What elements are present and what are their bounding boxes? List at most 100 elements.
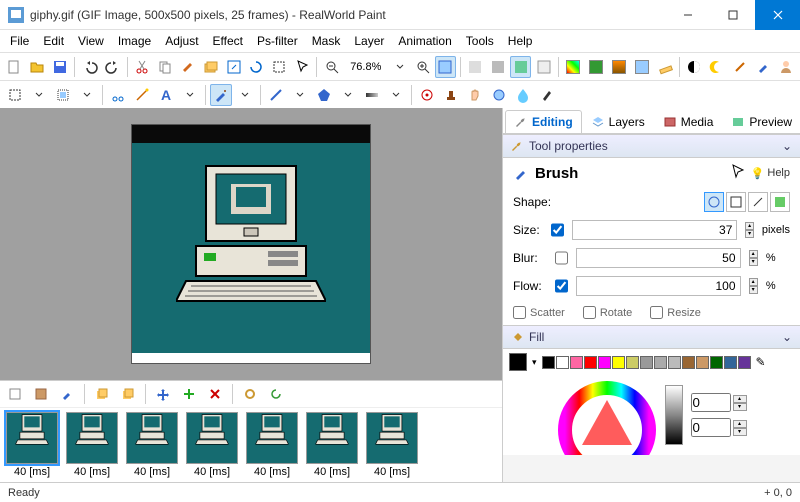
- rotate-icon[interactable]: [246, 56, 267, 78]
- color-swatch[interactable]: [640, 356, 653, 369]
- eyedrop-icon[interactable]: [488, 84, 510, 106]
- frame-paste-icon[interactable]: [30, 383, 52, 405]
- flow-checkbox[interactable]: [555, 279, 568, 293]
- fill-num1[interactable]: [691, 393, 731, 412]
- target-icon[interactable]: [416, 84, 438, 106]
- color-swatch[interactable]: [738, 356, 751, 369]
- maximize-button[interactable]: [710, 0, 755, 30]
- menu-animation[interactable]: Animation: [392, 32, 457, 50]
- chevron-down-icon[interactable]: [289, 84, 311, 106]
- person-icon[interactable]: [775, 56, 796, 78]
- resize-icon[interactable]: [223, 56, 244, 78]
- swatch1-icon[interactable]: [563, 56, 584, 78]
- grid2-icon[interactable]: [488, 56, 509, 78]
- menu-image[interactable]: Image: [112, 32, 157, 50]
- stamp-icon[interactable]: [440, 84, 462, 106]
- shape-square[interactable]: [726, 192, 746, 212]
- resize-option[interactable]: Resize: [650, 306, 701, 319]
- scissors-icon[interactable]: [107, 84, 129, 106]
- grid1-icon[interactable]: [465, 56, 486, 78]
- menu-effect[interactable]: Effect: [207, 32, 249, 50]
- chevron-down-icon[interactable]: [385, 84, 407, 106]
- close-button[interactable]: [755, 0, 800, 30]
- pen-icon[interactable]: [536, 84, 558, 106]
- menu-psfilter[interactable]: Ps-filter: [251, 32, 304, 50]
- swatch2-icon[interactable]: [586, 56, 607, 78]
- flow-spinner[interactable]: ▴▾: [749, 278, 758, 294]
- chevron-down-icon[interactable]: [179, 84, 201, 106]
- color-swatch[interactable]: [598, 356, 611, 369]
- save-icon[interactable]: [50, 56, 71, 78]
- num2-spinner[interactable]: ▴▾: [733, 420, 747, 436]
- marquee-icon[interactable]: [4, 84, 26, 106]
- frame-dup2-icon[interactable]: [117, 383, 139, 405]
- brush-small-icon[interactable]: [752, 56, 773, 78]
- tool-properties-header[interactable]: Tool properties ⌄: [503, 134, 800, 158]
- chevron-down-icon[interactable]: [337, 84, 359, 106]
- blur-input[interactable]: [576, 248, 741, 268]
- chevron-down-icon[interactable]: [76, 84, 98, 106]
- swatch4-icon[interactable]: [631, 56, 652, 78]
- frame-delete-icon[interactable]: [204, 383, 226, 405]
- shape-image[interactable]: [770, 192, 790, 212]
- color-swatch[interactable]: [682, 356, 695, 369]
- fit-icon[interactable]: [435, 56, 456, 78]
- fill-num2[interactable]: [691, 418, 731, 437]
- color-swatch[interactable]: [668, 356, 681, 369]
- tab-media[interactable]: Media: [654, 110, 723, 133]
- size-input[interactable]: [572, 220, 737, 240]
- wand-icon[interactable]: [730, 56, 751, 78]
- wand2-icon[interactable]: [131, 84, 153, 106]
- collapse-icon[interactable]: ⌄: [782, 139, 792, 153]
- collapse-icon[interactable]: ⌄: [782, 330, 792, 344]
- color-swatch[interactable]: [696, 356, 709, 369]
- ruler-icon[interactable]: [654, 56, 675, 78]
- color-wheel[interactable]: [557, 375, 657, 455]
- num1-spinner[interactable]: ▴▾: [733, 395, 747, 411]
- chevron-down-icon[interactable]: ▾: [532, 357, 537, 368]
- zoom-out-icon[interactable]: [321, 56, 342, 78]
- grid4-icon[interactable]: [533, 56, 554, 78]
- new-icon[interactable]: [4, 56, 25, 78]
- shape-circle[interactable]: [704, 192, 724, 212]
- frame-gear-icon[interactable]: [239, 383, 261, 405]
- frame-move-icon[interactable]: [152, 383, 174, 405]
- color-swatch[interactable]: [710, 356, 723, 369]
- menu-file[interactable]: File: [4, 32, 35, 50]
- select-icon[interactable]: [269, 56, 290, 78]
- zoom-dropdown-icon[interactable]: [389, 56, 410, 78]
- swatch3-icon[interactable]: [609, 56, 630, 78]
- menu-tools[interactable]: Tools: [460, 32, 500, 50]
- menu-adjust[interactable]: Adjust: [159, 32, 204, 50]
- size-checkbox[interactable]: [551, 223, 564, 237]
- layer-icon[interactable]: [200, 56, 221, 78]
- frame-brush-icon[interactable]: [56, 383, 78, 405]
- menu-edit[interactable]: Edit: [37, 32, 70, 50]
- redo-icon[interactable]: [102, 56, 123, 78]
- color-swatch[interactable]: [556, 356, 569, 369]
- size-spinner[interactable]: ▴▾: [745, 222, 754, 238]
- blur-icon[interactable]: [512, 84, 534, 106]
- help-link[interactable]: 💡 Help: [751, 167, 790, 180]
- minimize-button[interactable]: [665, 0, 710, 30]
- arrow-icon[interactable]: [292, 56, 313, 78]
- lightness-slider[interactable]: [665, 385, 683, 445]
- frame-dup-icon[interactable]: [91, 383, 113, 405]
- color-swatch[interactable]: [626, 356, 639, 369]
- moon-icon[interactable]: [707, 56, 728, 78]
- cut-icon[interactable]: [132, 56, 153, 78]
- gradient-icon[interactable]: [361, 84, 383, 106]
- frame-item[interactable]: 40 [ms]: [186, 412, 238, 478]
- frame-item[interactable]: 40 [ms]: [66, 412, 118, 478]
- frame-new-icon[interactable]: [4, 383, 26, 405]
- hand-icon[interactable]: [464, 84, 486, 106]
- frame-item[interactable]: 40 [ms]: [366, 412, 418, 478]
- color-swatch[interactable]: [584, 356, 597, 369]
- color-swatch[interactable]: [542, 356, 555, 369]
- grid3-icon[interactable]: [510, 56, 531, 78]
- chevron-down-icon[interactable]: [234, 84, 256, 106]
- fill-header[interactable]: Fill ⌄: [503, 325, 800, 349]
- blur-spinner[interactable]: ▴▾: [749, 250, 758, 266]
- edit-palette-icon[interactable]: ✎: [756, 355, 766, 369]
- line-icon[interactable]: [265, 84, 287, 106]
